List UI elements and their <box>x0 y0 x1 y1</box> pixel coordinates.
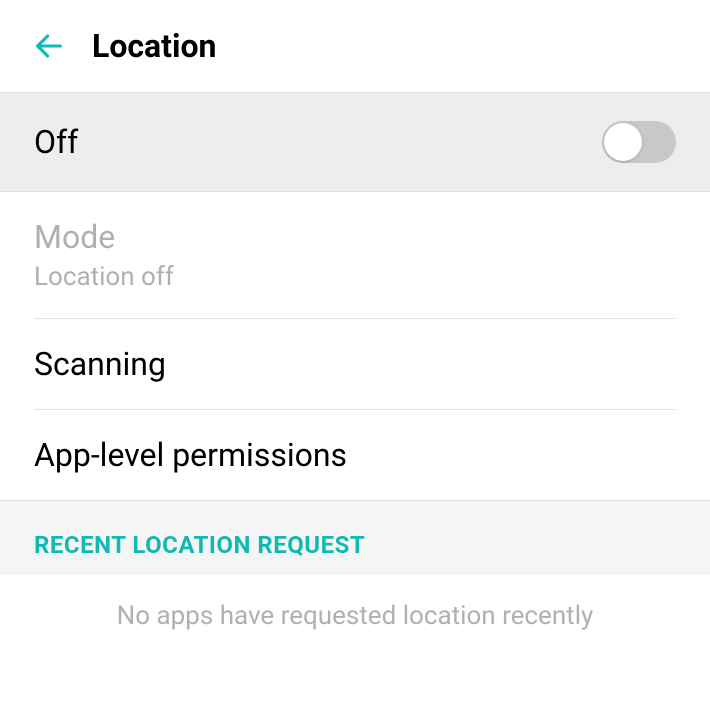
location-toggle-row[interactable]: Off <box>0 92 710 192</box>
page-title: Location <box>92 27 216 65</box>
recent-section-header: RECENT LOCATION REQUEST <box>34 531 676 559</box>
permissions-title: App-level permissions <box>34 436 676 474</box>
settings-list: Mode Location off Scanning App-level per… <box>0 192 710 500</box>
mode-title: Mode <box>34 218 676 256</box>
scanning-title: Scanning <box>34 345 676 383</box>
app-header: Location <box>0 0 710 92</box>
scanning-item[interactable]: Scanning <box>0 319 710 409</box>
location-toggle-switch[interactable] <box>602 121 676 163</box>
toggle-label: Off <box>34 123 78 161</box>
mode-item[interactable]: Mode Location off <box>0 192 710 318</box>
app-permissions-item[interactable]: App-level permissions <box>0 410 710 500</box>
mode-subtitle: Location off <box>34 262 676 292</box>
recent-empty-message: No apps have requested location recently <box>0 575 710 657</box>
back-arrow-icon[interactable] <box>30 27 68 65</box>
recent-section-header-area: RECENT LOCATION REQUEST <box>0 500 710 575</box>
